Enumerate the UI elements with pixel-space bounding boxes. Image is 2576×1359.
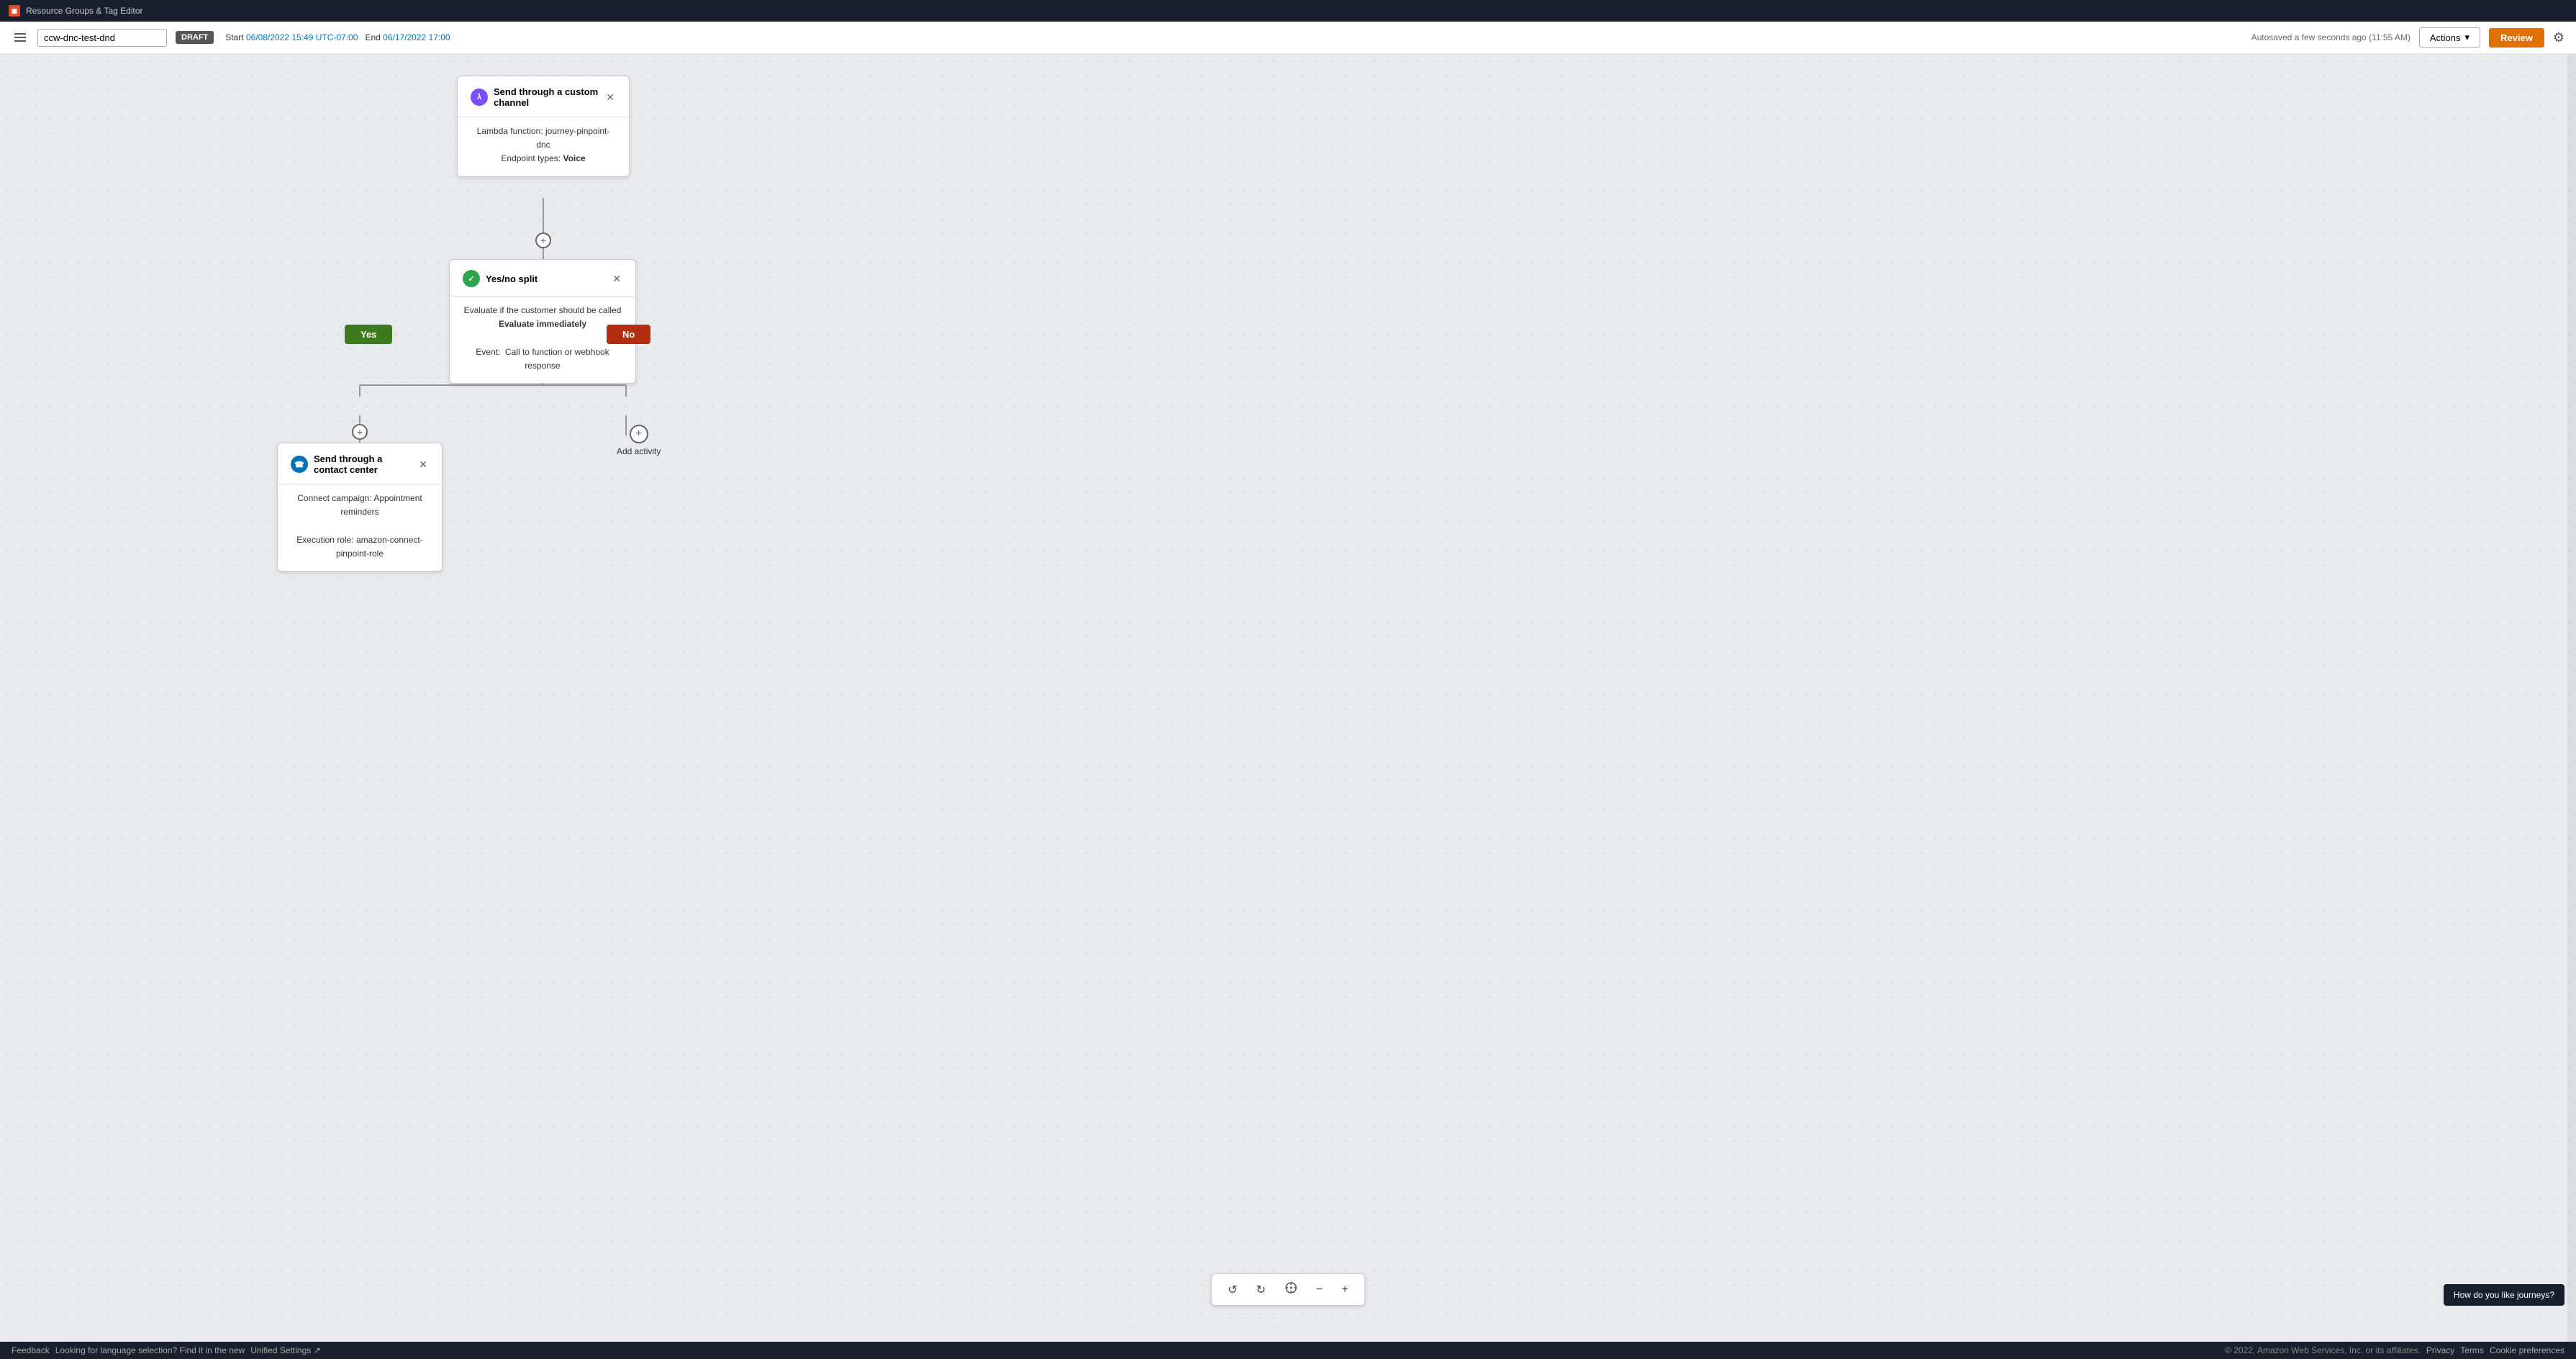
app-icon: ▣ <box>9 5 20 17</box>
center-button[interactable] <box>1282 1280 1300 1299</box>
privacy-link[interactable]: Privacy <box>2426 1345 2454 1355</box>
custom-channel-header: λ Send through a custom channel ✕ <box>471 86 616 108</box>
bottom-bar: Feedback Looking for language selection?… <box>0 1342 2576 1359</box>
connect-campaign-text: Connect campaign: Appointment reminders <box>291 492 429 519</box>
yesno-evaluate-label: Evaluate immediately <box>499 319 586 329</box>
yesno-split-node: ✓ Yes/no split ✕ Evaluate if the custome… <box>449 259 636 384</box>
end-date[interactable]: 06/17/2022 17:00 <box>383 32 450 42</box>
add-step-button-2[interactable]: + <box>352 424 368 440</box>
yesno-event-text: Event: Call to function or webhook respo… <box>463 346 622 373</box>
end-label: End <box>365 32 380 42</box>
copyright-text: © 2022, Amazon Web Services, Inc. or its… <box>2225 1345 2421 1355</box>
review-button[interactable]: Review <box>2489 28 2544 48</box>
custom-channel-title: Send through a custom channel <box>494 86 599 108</box>
custom-channel-node: λ Send through a custom channel ✕ Lambda… <box>457 76 630 177</box>
canvas-toolbar: ↺ ↻ − + <box>1211 1273 1365 1306</box>
redo-button[interactable]: ↻ <box>1253 1281 1269 1299</box>
yesno-header: ✓ Yes/no split ✕ <box>463 270 622 287</box>
contact-center-title: Send through a contact center <box>314 453 412 475</box>
contact-icon: ☎ <box>291 456 308 473</box>
add-step-button-1[interactable]: + <box>535 232 551 248</box>
feedback-popup: How do you like journeys? <box>2444 1284 2564 1306</box>
feedback-link[interactable]: Feedback <box>12 1345 50 1355</box>
contact-center-node: ☎ Send through a contact center ✕ Connec… <box>277 443 443 572</box>
top-nav: ▣ Resource Groups & Tag Editor <box>0 0 2576 22</box>
yesno-title: Yes/no split <box>486 274 605 284</box>
terms-link[interactable]: Terms <box>2460 1345 2484 1355</box>
yesno-description: Evaluate if the customer should be calle… <box>463 304 622 317</box>
draft-badge: DRAFT <box>176 31 214 44</box>
unified-settings-message: Looking for language selection? Find it … <box>55 1345 245 1355</box>
zoom-out-button[interactable]: − <box>1313 1282 1325 1298</box>
autosaved-text: Autosaved a few seconds ago (11:55 AM) <box>2251 32 2411 42</box>
undo-button[interactable]: ↺ <box>1225 1281 1240 1299</box>
header-dates: Start 06/08/2022 15:49 UTC-07:00 End 06/… <box>225 32 450 42</box>
connectors-svg <box>0 54 2576 1342</box>
header-bar: DRAFT Start 06/08/2022 15:49 UTC-07:00 E… <box>0 22 2576 54</box>
external-link-icon: ↗ <box>314 1345 321 1355</box>
contact-center-close-button[interactable]: ✕ <box>417 459 429 471</box>
add-activity-label: Add activity <box>617 446 661 456</box>
add-activity-circle-icon: + <box>630 425 648 443</box>
zoom-in-button[interactable]: + <box>1338 1282 1351 1298</box>
scrollbar[interactable] <box>2567 54 2576 1342</box>
yesno-close-button[interactable]: ✕ <box>611 273 622 285</box>
endpoint-types-text: Endpoint types: Voice <box>471 152 616 166</box>
add-activity-button[interactable]: + Add activity <box>617 425 661 456</box>
custom-channel-close-button[interactable]: ✕ <box>604 91 616 104</box>
chevron-down-icon: ▾ <box>2465 32 2470 43</box>
start-date[interactable]: 06/08/2022 15:49 UTC-07:00 <box>246 32 358 42</box>
settings-icon[interactable]: ⚙ <box>2553 30 2564 45</box>
unified-settings-link[interactable]: Unified Settings ↗ <box>250 1345 320 1355</box>
center-icon <box>1284 1281 1297 1294</box>
canvas-area: λ Send through a custom channel ✕ Lambda… <box>0 54 2576 1342</box>
top-nav-title: Resource Groups & Tag Editor <box>26 6 143 16</box>
execution-role-text: Execution role: amazon-connect-pinpoint-… <box>291 533 429 561</box>
yes-branch-button[interactable]: Yes <box>345 325 392 344</box>
cookie-prefs-link[interactable]: Cookie preferences <box>2490 1345 2564 1355</box>
actions-button[interactable]: Actions ▾ <box>2419 27 2480 48</box>
lambda-icon: λ <box>471 89 488 106</box>
check-icon: ✓ <box>463 270 480 287</box>
no-branch-button[interactable]: No <box>607 325 650 344</box>
lambda-function-text: Lambda function: journey-pinpoint-dnc <box>471 125 616 152</box>
contact-center-header: ☎ Send through a contact center ✕ <box>291 453 429 475</box>
hamburger-button[interactable] <box>12 30 29 45</box>
start-label: Start <box>225 32 243 42</box>
journey-name-input[interactable] <box>37 29 167 47</box>
